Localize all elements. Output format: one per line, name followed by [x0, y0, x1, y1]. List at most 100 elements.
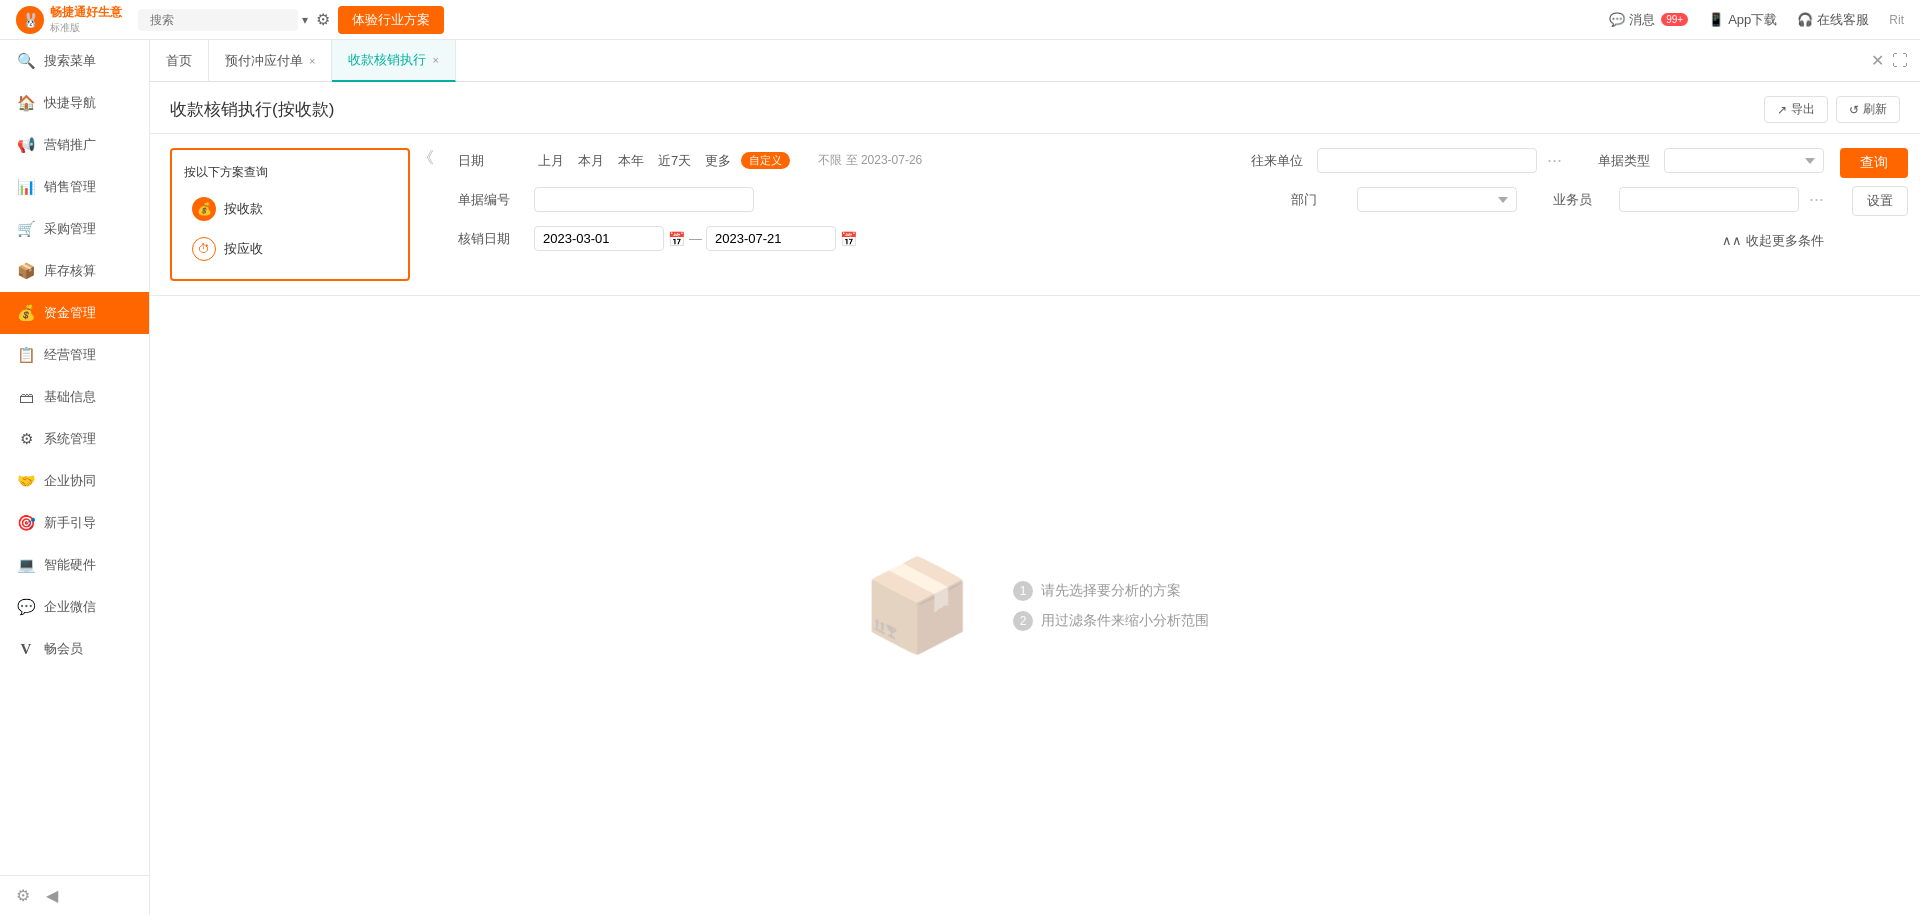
collapse-more-label: 收起更多条件	[1746, 232, 1824, 250]
receipt-option-icon: 💰	[192, 197, 216, 221]
topbar-right: 💬 消息 99+ 📱 App下载 🎧 在线客服 Rit	[1609, 11, 1904, 29]
search-input[interactable]	[138, 9, 298, 31]
sidebar-item-member[interactable]: V 畅会员	[0, 628, 149, 670]
sidebar-item-purchase[interactable]: 🛒 采购管理	[0, 208, 149, 250]
sidebar-item-system[interactable]: ⚙ 系统管理	[0, 418, 149, 460]
filter-row-2: 单据编号 部门 业务员 ···	[458, 187, 1824, 212]
dept-label: 部门	[1291, 191, 1351, 209]
receivable-option-label: 按应收	[224, 240, 263, 258]
close-tab-button[interactable]: ✕	[1871, 51, 1884, 70]
solution-button[interactable]: 体验行业方案	[338, 6, 444, 34]
service-icon: 🎧	[1797, 12, 1813, 27]
inventory-icon: 📦	[16, 262, 36, 280]
page-title: 收款核销执行(按收款)	[170, 98, 334, 121]
tab-writeoff-label: 收款核销执行	[348, 51, 426, 69]
page-header: 收款核销执行(按收款) ↗ 导出 ↺ 刷新	[150, 82, 1920, 134]
search-icon: 🔍	[16, 52, 36, 70]
sidebar-label-hardware: 智能硬件	[44, 556, 96, 574]
counterparty-dots[interactable]: ···	[1547, 150, 1562, 171]
date-dash: —	[689, 231, 702, 246]
verify-date-end-input[interactable]	[706, 226, 836, 251]
doc-no-input[interactable]	[534, 187, 754, 212]
doc-no-label: 单据编号	[458, 191, 518, 209]
salesperson-input[interactable]	[1619, 187, 1799, 212]
sidebar-label-marketing: 营销推广	[44, 136, 96, 154]
filter-area: 按以下方案查询 💰 按收款 ⏱ 按应收 《 日期 上月 本月	[150, 134, 1920, 296]
date-btn-this-year[interactable]: 本年	[614, 150, 648, 172]
wechat-icon: 💬	[16, 598, 36, 616]
verify-date-end-calendar-icon[interactable]: 📅	[840, 231, 857, 247]
sidebar-item-marketing[interactable]: 📢 营销推广	[0, 124, 149, 166]
page-actions: ↗ 导出 ↺ 刷新	[1764, 96, 1900, 123]
counterparty-input[interactable]	[1317, 148, 1537, 173]
empty-hints: 1 请先选择要分析的方案 2 用过滤条件来缩小分析范围	[1013, 581, 1209, 631]
sales-icon: 📊	[16, 178, 36, 196]
sidebar-item-hardware[interactable]: 💻 智能硬件	[0, 544, 149, 586]
sidebar-label-wechat: 企业微信	[44, 598, 96, 616]
empty-hint-2: 2 用过滤条件来缩小分析范围	[1013, 611, 1209, 631]
brand: 🐰 畅捷通好生意 标准版	[16, 4, 122, 35]
brand-icon: 🐰	[16, 6, 44, 34]
date-custom-tag[interactable]: 自定义	[741, 152, 790, 169]
sidebar-label-quicknav: 快捷导航	[44, 94, 96, 112]
app-download-button[interactable]: 📱 App下载	[1708, 11, 1777, 29]
refresh-label: 刷新	[1863, 101, 1887, 118]
finance-icon: 💰	[16, 304, 36, 322]
sidebar-label-member: 畅会员	[44, 640, 83, 658]
sidebar-item-wechat[interactable]: 💬 企业微信	[0, 586, 149, 628]
tab-bar: 首页 预付冲应付单 × 收款核销执行 × ✕ ⛶	[150, 40, 1920, 82]
settings-icon[interactable]: ⚙	[16, 886, 30, 905]
member-icon: V	[16, 641, 36, 658]
tab-prepay[interactable]: 预付冲应付单 ×	[209, 40, 332, 82]
message-label: 消息	[1629, 11, 1655, 29]
verify-date-start-input[interactable]	[534, 226, 664, 251]
doc-type-select[interactable]	[1664, 148, 1824, 173]
sidebar-label-inventory: 库存核算	[44, 262, 96, 280]
sidebar-item-inventory[interactable]: 📦 库存核算	[0, 250, 149, 292]
date-btn-7days[interactable]: 近7天	[654, 150, 695, 172]
brand-name: 畅捷通好生意	[50, 4, 122, 21]
date-label: 日期	[458, 152, 518, 170]
dept-select[interactable]	[1357, 187, 1517, 212]
collapse-more-button[interactable]: ∧∧ 收起更多条件	[1722, 232, 1824, 250]
tab-writeoff[interactable]: 收款核销执行 ×	[332, 40, 455, 82]
filter-option-by-receivable[interactable]: ⏱ 按应收	[172, 229, 408, 269]
collapse-panel-button[interactable]: 《	[410, 148, 442, 169]
sidebar-item-quicknav[interactable]: 🏠 快捷导航	[0, 82, 149, 124]
query-button[interactable]: 查询	[1840, 148, 1908, 178]
refresh-button[interactable]: ↺ 刷新	[1836, 96, 1900, 123]
export-button[interactable]: ↗ 导出	[1764, 96, 1828, 123]
hardware-icon: 💻	[16, 556, 36, 574]
filter-option-by-receipt[interactable]: 💰 按收款	[172, 189, 408, 229]
service-button[interactable]: 🎧 在线客服	[1797, 11, 1869, 29]
sidebar-item-finance[interactable]: 💰 资金管理	[0, 292, 149, 334]
message-button[interactable]: 💬 消息 99+	[1609, 11, 1688, 29]
sidebar-label-guide: 新手引导	[44, 514, 96, 532]
sidebar-item-sales[interactable]: 📊 销售管理	[0, 166, 149, 208]
hint-2-num: 2	[1013, 611, 1033, 631]
sidebar-item-enterprise[interactable]: 🤝 企业协同	[0, 460, 149, 502]
setting-button[interactable]: 设置	[1852, 186, 1908, 216]
tab-home[interactable]: 首页	[150, 40, 209, 82]
sidebar-item-operation[interactable]: 📋 经营管理	[0, 334, 149, 376]
sidebar-label-purchase: 采购管理	[44, 220, 96, 238]
verify-date-start-calendar-icon[interactable]: 📅	[668, 231, 685, 247]
collapse-icon[interactable]: ◀	[46, 886, 58, 905]
gear-button[interactable]: ⚙	[316, 10, 330, 29]
expand-tab-button[interactable]: ⛶	[1892, 52, 1908, 70]
date-btn-last-month[interactable]: 上月	[534, 150, 568, 172]
export-icon: ↗	[1777, 103, 1787, 117]
date-btn-more[interactable]: 更多	[701, 150, 735, 172]
filter-row-1: 日期 上月 本月 本年 近7天 更多 自定义 不限 至 2023-07-26 往…	[458, 148, 1824, 173]
empty-hint-1: 1 请先选择要分析的方案	[1013, 581, 1209, 601]
tab-writeoff-close[interactable]: ×	[432, 54, 438, 66]
date-btn-this-month[interactable]: 本月	[574, 150, 608, 172]
dropdown-button[interactable]: ▾	[302, 13, 308, 27]
sidebar-label-search: 搜索菜单	[44, 52, 96, 70]
sidebar-item-guide[interactable]: 🎯 新手引导	[0, 502, 149, 544]
user-info[interactable]: Rit	[1889, 13, 1904, 27]
sidebar-item-search[interactable]: 🔍 搜索菜单	[0, 40, 149, 82]
salesperson-dots[interactable]: ···	[1809, 189, 1824, 210]
sidebar-item-basic[interactable]: 🗃 基础信息	[0, 376, 149, 418]
tab-prepay-close[interactable]: ×	[309, 55, 315, 67]
